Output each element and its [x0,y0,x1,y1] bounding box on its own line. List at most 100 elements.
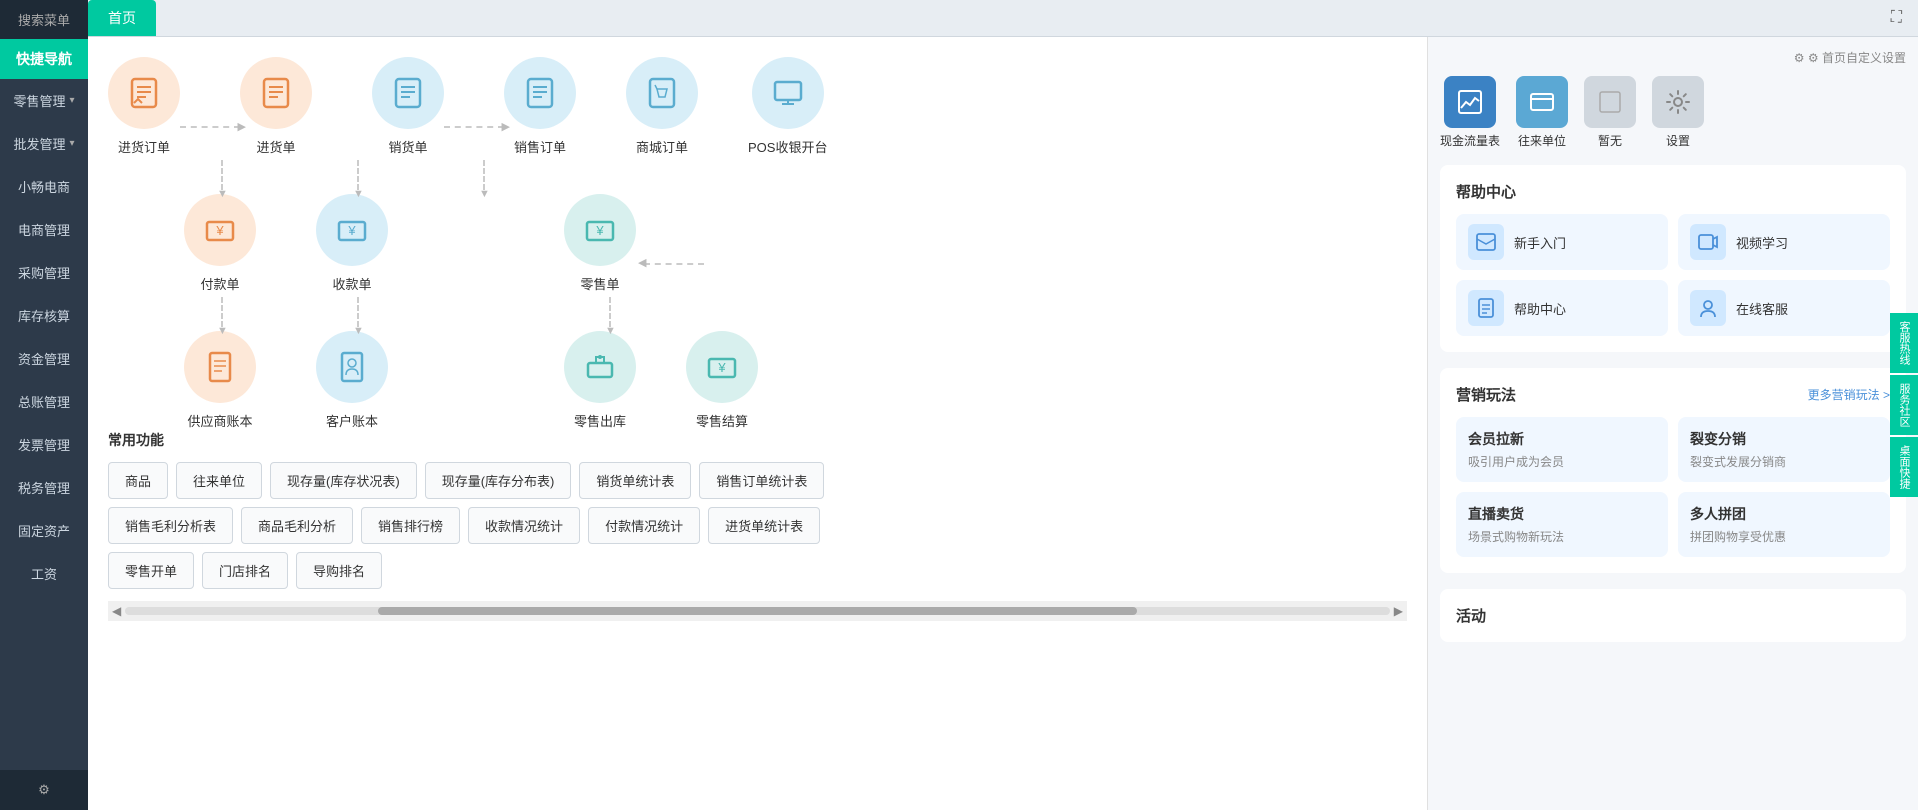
expand-button[interactable]: ⛶ [1883,5,1910,31]
search-label: 搜索菜单 [18,13,70,28]
sidebar-item-ledger[interactable]: 总账管理 [0,380,88,423]
activity-section: 活动 [1440,589,1906,642]
node-mall-order[interactable]: 商城订单 [626,57,698,156]
marketing-split[interactable]: 裂变分销 裂变式发展分销商 [1678,417,1890,482]
node-sales-bill[interactable]: 销货单 [372,57,444,156]
sidebar-item-finance[interactable]: 资金管理 [0,337,88,380]
sidebar-item-purchase[interactable]: 采购管理 [0,251,88,294]
horizontal-scrollbar[interactable]: ◀ ▶ [108,601,1407,621]
func-btn-product[interactable]: 商品 [108,462,168,499]
func-btn-retail-bill[interactable]: 零售开单 [108,552,194,589]
gear-icon: ⚙ [38,782,50,797]
marketing-member[interactable]: 会员拉新 吸引用户成为会员 [1456,417,1668,482]
marketing-group-title: 多人拼团 [1690,504,1878,524]
purchase-bill-icon [240,57,312,129]
settings-label: 设置 [1666,132,1690,149]
func-btn-payment-stats[interactable]: 付款情况统计 [588,507,700,544]
node-receipt[interactable]: ¥ 收款单 [316,194,388,293]
node-retail-settle[interactable]: ¥ 零售结算 [686,331,758,430]
quick-partners[interactable]: 往来单位 [1516,76,1568,149]
func-btn-order-stats[interactable]: 销售订单统计表 [699,462,824,499]
retail-bill-label: 零售单 [580,274,619,293]
right-panel: ⚙ ⚙ 首页自定义设置 现金流量表 往来单位 [1428,37,1918,810]
none-icon-box [1584,76,1636,128]
scroll-thumb[interactable] [378,607,1137,615]
func-btn-inventory-dist[interactable]: 现存量(库存分布表) [425,462,572,499]
sidebar-item-ecom-small[interactable]: 小畅电商 [0,165,88,208]
customer-service-btn[interactable]: 客服热线 [1890,313,1918,373]
node-retail-bill[interactable]: ¥ 零售单 [564,194,636,293]
arrow-v-payment [221,297,223,327]
func-btn-purchase-stats[interactable]: 进货单统计表 [708,507,820,544]
func-btn-inventory-status[interactable]: 现存量(库存状况表) [270,462,417,499]
func-btn-partners[interactable]: 往来单位 [176,462,262,499]
sidebar-item-invoice[interactable]: 发票管理 [0,423,88,466]
node-customer-account[interactable]: 客户账本 [316,331,388,430]
sidebar-item-retail[interactable]: 零售管理 ▾ [0,79,88,122]
sidebar-item-tax[interactable]: 税务管理 [0,466,88,509]
left-panel: 进货订单 进货单 [88,37,1428,810]
scroll-right-arrow[interactable]: ▶ [1394,604,1403,618]
func-btn-sales-rank[interactable]: 销售排行榜 [361,507,460,544]
sidebar-item-salary[interactable]: 工资 [0,552,88,595]
community-btn[interactable]: 服务社区 [1890,375,1918,435]
tab-home-label: 首页 [108,10,136,26]
func-btn-guide-rank[interactable]: 导购排名 [296,552,382,589]
supplier-account-icon [184,331,256,403]
quick-cashflow[interactable]: 现金流量表 [1440,76,1500,149]
node-purchase-bill[interactable]: 进货单 [240,57,312,156]
chevron-down-icon: ▾ [69,138,74,149]
arrow-v-retail [609,297,611,327]
video-label: 视频学习 [1736,233,1788,252]
customer-account-label: 客户账本 [326,411,378,430]
marketing-live-sub: 场景式购物新玩法 [1468,528,1656,545]
quick-none[interactable]: 暂无 [1584,76,1636,149]
marketing-group[interactable]: 多人拼团 拼团购物享受优惠 [1678,492,1890,557]
quick-settings[interactable]: 设置 [1652,76,1704,149]
help-item-help[interactable]: 帮助中心 [1456,280,1668,336]
scroll-track[interactable] [125,607,1390,615]
settings-button[interactable]: ⚙ [0,770,88,810]
common-functions-title: 常用功能 [108,430,1407,450]
flow-diagram: 进货订单 进货单 [108,57,1407,430]
sidebar-item-tax-label: 税务管理 [18,478,70,497]
help-item-beginner[interactable]: 新手入门 [1456,214,1668,270]
node-supplier-account[interactable]: 供应商账本 [184,331,256,430]
node-payment[interactable]: ¥ 付款单 [184,194,256,293]
node-retail-out[interactable]: 零售出库 [564,331,636,430]
cashflow-label: 现金流量表 [1440,132,1500,149]
node-pos-open[interactable]: POS收银开台 [748,57,827,156]
marketing-member-sub: 吸引用户成为会员 [1468,453,1656,470]
sidebar-item-wholesale[interactable]: 批发管理 ▾ [0,122,88,165]
main-content: 首页 ⛶ 进货订单 [88,0,1918,810]
help-item-video[interactable]: 视频学习 [1678,214,1890,270]
func-btn-product-margin[interactable]: 商品毛利分析 [241,507,353,544]
node-sales-order[interactable]: 销售订单 [504,57,576,156]
more-marketing-link[interactable]: 更多营销玩法 > [1808,386,1890,403]
marketing-grid: 会员拉新 吸引用户成为会员 裂变分销 裂变式发展分销商 直播卖货 场景式购物新玩… [1456,417,1890,557]
func-btn-receipt-stats[interactable]: 收款情况统计 [468,507,580,544]
node-purchase-order[interactable]: 进货订单 [108,57,180,156]
sidebar-item-assets[interactable]: 固定资产 [0,509,88,552]
customize-label: ⚙ 首页自定义设置 [1808,51,1906,65]
arrow-v-mall [483,160,485,190]
sidebar-item-ecom-small-label: 小畅电商 [18,177,70,196]
pos-open-icon [752,57,824,129]
func-btn-store-rank[interactable]: 门店排名 [202,552,288,589]
search-menu[interactable]: 搜索菜单 [0,0,88,39]
func-btn-sales-margin[interactable]: 销售毛利分析表 [108,507,233,544]
receipt-label: 收款单 [332,274,371,293]
arrow-h1 [180,126,240,128]
tab-home[interactable]: 首页 [88,0,156,36]
customize-settings-link[interactable]: ⚙ ⚙ 首页自定义设置 [1440,49,1906,66]
func-btn-sales-stats[interactable]: 销货单统计表 [579,462,691,499]
desktop-shortcut-btn[interactable]: 桌面快捷 [1890,437,1918,497]
pos-open-label: POS收银开台 [748,137,827,156]
help-item-service[interactable]: 在线客服 [1678,280,1890,336]
scroll-left-arrow[interactable]: ◀ [112,604,121,618]
sidebar-item-ledger-label: 总账管理 [18,392,70,411]
sidebar-item-ecom-mgmt[interactable]: 电商管理 [0,208,88,251]
video-icon [1690,224,1726,260]
sidebar-item-inventory[interactable]: 库存核算 [0,294,88,337]
marketing-live[interactable]: 直播卖货 场景式购物新玩法 [1456,492,1668,557]
